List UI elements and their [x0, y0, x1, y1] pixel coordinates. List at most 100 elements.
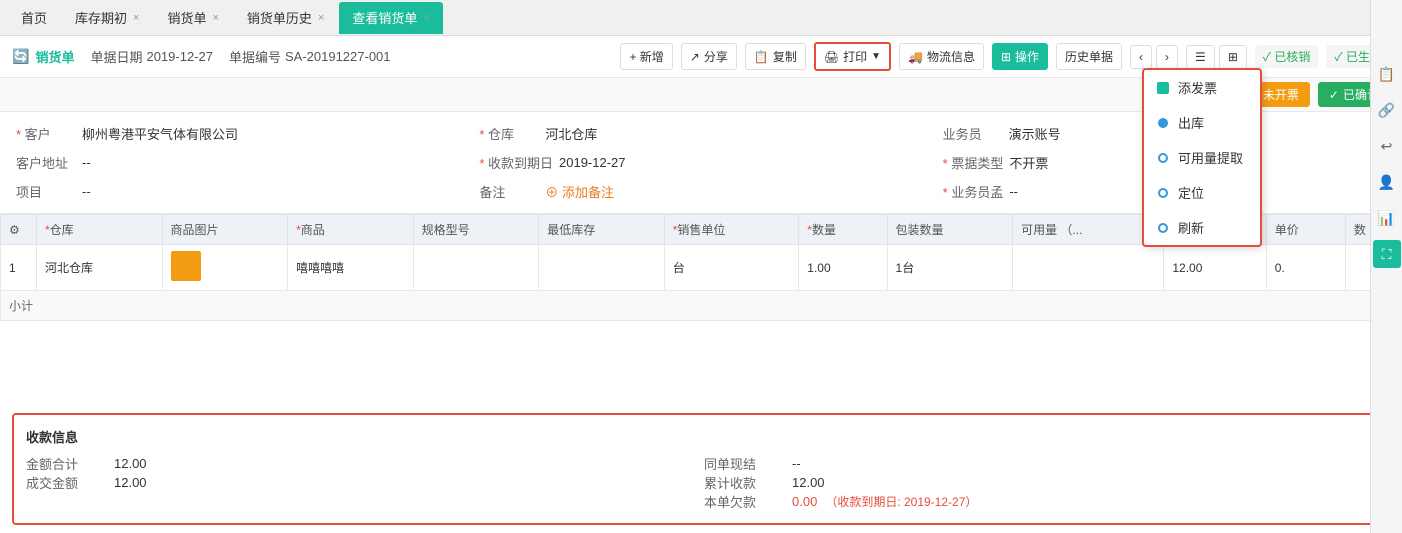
project-label: 项目 [16, 182, 76, 201]
accumulated-label: 累计收款 [704, 473, 784, 492]
prev-button[interactable]: ‹ [1130, 45, 1152, 69]
row-unit: 台 [664, 245, 799, 291]
table-header-warehouse: *仓库 [37, 215, 163, 245]
right-icon-4[interactable]: 👤 [1373, 168, 1401, 196]
next-button[interactable]: › [1156, 45, 1178, 69]
history-button[interactable]: 历史单据 [1056, 43, 1122, 70]
list-view-button[interactable]: ☰ [1186, 45, 1215, 69]
right-icon-5[interactable]: 📊 [1373, 204, 1401, 232]
row-available [1013, 245, 1164, 291]
payment-date-row: 收款到期日 2019-12-27 [479, 153, 922, 172]
warehouse-label: 仓库 [479, 124, 539, 143]
settlement-value: -- [792, 456, 801, 471]
add-note-link[interactable]: ⊕ 添加备注 [545, 182, 614, 201]
operation-button[interactable]: ⊞ 操作 [992, 43, 1048, 70]
transaction-label: 成交金额 [26, 473, 106, 492]
refresh-icon [1156, 221, 1170, 235]
check-icon2: ✓ [1334, 50, 1342, 64]
amount-label: 金额合计 [26, 454, 106, 473]
ticket-type-value: 不开票 [1009, 153, 1048, 172]
row-index: 1 [1, 245, 37, 291]
customer-label: 客户 [16, 124, 76, 143]
customer-row: 客户 柳州粤港平安气体有限公司 [16, 124, 459, 143]
dropdown-outbound[interactable]: 出库 [1144, 105, 1260, 140]
ticket-type-label: 票据类型 [943, 153, 1004, 172]
right-icon-3[interactable]: ↩ [1373, 132, 1401, 160]
accumulated-value: 12.00 [792, 475, 825, 490]
amount-row: 金额合计 12.00 [26, 454, 698, 473]
salesman-label: 业务员孟 [943, 182, 1004, 201]
check-icon: ✓ [1263, 50, 1271, 64]
row-quantity: 1.00 [799, 245, 887, 291]
print-icon: 🖨 [824, 50, 839, 64]
project-value: -- [82, 184, 91, 199]
right-icon-expand[interactable]: ⛶ [1373, 240, 1401, 268]
settlement-row: 同单现结 -- [704, 454, 1376, 473]
tab-home[interactable]: 首页 [8, 2, 60, 34]
table-header-quantity: *数量 [799, 215, 887, 245]
table-header-product: *商品 [288, 215, 414, 245]
right-icon-1[interactable]: 📋 [1373, 60, 1401, 88]
row-product-img [162, 245, 288, 291]
table-header-img: 商品图片 [162, 215, 288, 245]
warehouse-row: 仓库 河北仓库 [479, 124, 922, 143]
payment-info-grid: 金额合计 12.00 成交金额 12.00 同单现结 -- 累计收款 [26, 454, 1376, 511]
right-panel: 📋 🔗 ↩ 👤 📊 ⛶ [1370, 0, 1402, 533]
staff-value: 演示账号 [1009, 124, 1061, 143]
payment-left-col: 金额合计 12.00 成交金额 12.00 [26, 454, 698, 511]
table-row: 1 河北仓库 嘻嘻嘻嘻 台 1.00 1台 12.00 0. [1, 245, 1402, 291]
row-warehouse: 河北仓库 [37, 245, 163, 291]
copy-button[interactable]: 📋 复制 [745, 43, 806, 70]
project-row: 项目 -- [16, 182, 459, 201]
note-label: 备注 [479, 182, 539, 201]
dropdown-available-extract[interactable]: 可用量提取 [1144, 140, 1260, 175]
balance-row: 本单欠款 0.00 （收款到期日: 2019-12-27） [704, 492, 1376, 511]
circle-outline-icon [1156, 151, 1170, 165]
tab-sales-order[interactable]: 销货单 × [154, 2, 231, 34]
balance-value: 0.00 [792, 494, 817, 509]
share-button[interactable]: ↗ 分享 [681, 43, 737, 70]
print-button[interactable]: 🖨 打印 ▼ [814, 42, 891, 71]
grid-icon: ⊞ [1001, 50, 1011, 64]
logistics-button[interactable]: 🚚 物流信息 [899, 43, 984, 70]
warehouse-value: 河北仓库 [545, 124, 597, 143]
tab-close-sales-history[interactable]: × [318, 12, 324, 24]
address-label: 客户地址 [16, 153, 76, 172]
circle-icon [1156, 116, 1170, 130]
tab-close-inventory-init[interactable]: × [133, 12, 139, 24]
sold-status-badge: ✓ 已核销 [1255, 45, 1319, 68]
print-dropdown-icon: ▼ [871, 51, 881, 62]
tab-inventory-init[interactable]: 库存期初 × [62, 2, 152, 34]
table-header-settings[interactable]: ⚙ [1, 215, 37, 245]
transaction-row: 成交金额 12.00 [26, 473, 698, 492]
table-header-price: 单价 [1266, 215, 1345, 245]
tab-close-sales-order[interactable]: × [212, 12, 218, 24]
dropdown-refresh[interactable]: 刷新 [1144, 210, 1260, 245]
table-header-unit: *销售单位 [664, 215, 799, 245]
row-min-stock [539, 245, 665, 291]
settlement-label: 同单现结 [704, 454, 784, 473]
grid-view-button[interactable]: ⊞ [1219, 45, 1247, 69]
doc-meta: 单据日期 2019-12-27 单据编号 SA-20191227-001 [90, 47, 390, 66]
tab-sales-history[interactable]: 销货单历史 × [234, 2, 337, 34]
add-button[interactable]: + 新增 [620, 43, 672, 70]
product-image [171, 251, 201, 281]
address-value: -- [82, 155, 91, 170]
balance-label: 本单欠款 [704, 492, 784, 511]
right-icon-2[interactable]: 🔗 [1373, 96, 1401, 124]
square-icon [1156, 81, 1170, 95]
dropdown-add-invoice[interactable]: 添发票 [1144, 70, 1260, 105]
note-row: 备注 ⊕ 添加备注 [479, 182, 922, 201]
dropdown-locate[interactable]: 定位 [1144, 175, 1260, 210]
row-spec [413, 245, 539, 291]
share-icon: ↗ [690, 50, 700, 64]
tab-close-view-sales-order[interactable]: × [423, 12, 429, 24]
sales-order-icon: 🔄 [12, 48, 29, 65]
nav-buttons: ‹ › [1130, 45, 1178, 69]
row-package: 1台 [887, 245, 1013, 291]
tab-view-sales-order[interactable]: 查看销货单 × [339, 2, 442, 34]
operation-dropdown: 添发票 出库 可用量提取 定位 刷新 [1142, 68, 1262, 247]
row-price: 0. [1266, 245, 1345, 291]
payment-info-panel: 收款信息 金额合计 12.00 成交金额 12.00 同单现结 -- [12, 413, 1390, 525]
doc-date-value: 2019-12-27 [146, 49, 213, 64]
